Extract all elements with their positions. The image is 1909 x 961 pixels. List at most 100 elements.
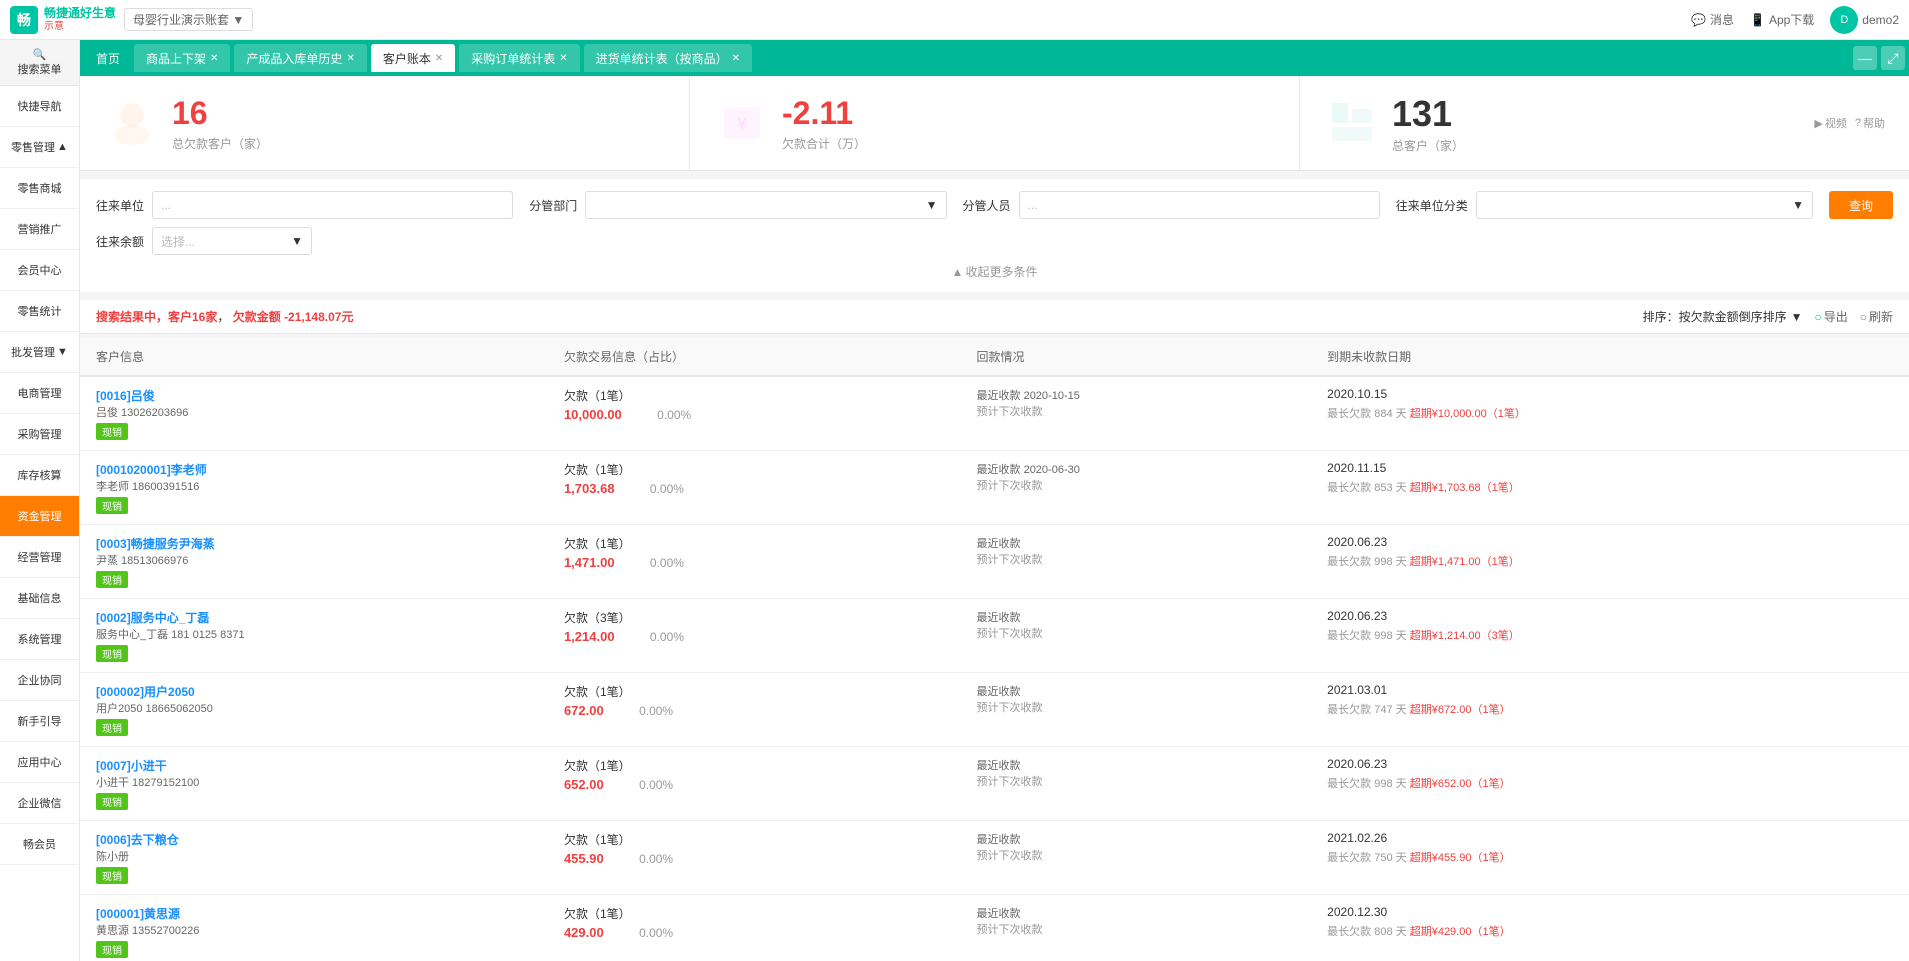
- balance-select[interactable]: 选择... ▼: [152, 227, 312, 255]
- overdue-amount-5[interactable]: 超期¥652.00（1笔）: [1410, 778, 1511, 790]
- overdue-amount-0[interactable]: 超期¥10,000.00（1笔）: [1410, 408, 1526, 420]
- stat-content-total: 131 总客户（家）: [1392, 92, 1464, 154]
- company-selector[interactable]: 母婴行业演示账套 ▼: [124, 8, 253, 31]
- sidebar-item-purchase[interactable]: 采购管理: [0, 414, 79, 455]
- debt-amount-5[interactable]: 652.00: [564, 777, 604, 792]
- cell-debt-7: 欠款（1笔） 429.00 0.00%: [548, 895, 961, 961]
- message-button[interactable]: 💬 消息: [1691, 11, 1734, 28]
- debt-amount-1[interactable]: 1,703.68: [564, 481, 615, 496]
- stats-row: 16 总欠款客户（家） ¥ -2.11 欠款合计（万）: [80, 76, 1909, 171]
- tab-purchase-stats[interactable]: 采购订单统计表 ✕: [459, 44, 579, 72]
- cell-customer-3: [0002]服务中心_丁磊 服务中心_丁磊 181 0125 8371 现销: [80, 599, 548, 673]
- unit-class-select[interactable]: ▼: [1476, 191, 1813, 219]
- debt-icon: ¥: [714, 95, 770, 151]
- sidebar-item-wechat[interactable]: 企业微信: [0, 783, 79, 824]
- customer-code-link-0[interactable]: [0016]吕俊: [96, 389, 155, 403]
- customer-code-link-7[interactable]: [000001]黄思源: [96, 907, 180, 921]
- customers-icon: [1324, 95, 1380, 151]
- overdue-amount-3[interactable]: 超期¥1,214.00（3笔）: [1410, 630, 1520, 642]
- collection-last-2: 最近收款: [977, 535, 1296, 551]
- tab-close-purchase-stats[interactable]: ✕: [559, 53, 567, 64]
- sidebar-item-retail-stats[interactable]: 零售统计: [0, 291, 79, 332]
- refresh-button[interactable]: ○ 刷新: [1860, 308, 1893, 325]
- tab-close-purchase-product-stats[interactable]: ✕: [732, 53, 740, 64]
- table-row: [0016]吕俊 吕俊 13026203696 现销 欠款（1笔） 10,000…: [80, 376, 1909, 451]
- debt-ratio-4: 0.00%: [639, 704, 673, 718]
- sidebar-item-marketing[interactable]: 营销推广: [0, 209, 79, 250]
- debt-count-6: 欠款（1笔）: [564, 831, 945, 848]
- debt-amount-4[interactable]: 672.00: [564, 703, 604, 718]
- customer-code-link-5[interactable]: [0007]小进干: [96, 759, 167, 773]
- sidebar-item-wholesale[interactable]: 批发管理▼: [0, 332, 79, 373]
- tab-close-customer-account[interactable]: ✕: [435, 53, 443, 64]
- col-collection: 回款情况: [961, 338, 1312, 376]
- sidebar-search[interactable]: 🔍 搜索菜单: [0, 40, 79, 86]
- user-menu[interactable]: D demo2: [1830, 6, 1899, 34]
- customer-code-link-6[interactable]: [0006]去下粮仓: [96, 833, 179, 847]
- filter-dept: 分管部门 ▼: [529, 191, 946, 219]
- sidebar-item-inventory[interactable]: 库存核算: [0, 455, 79, 496]
- sidebar-item-retail-mall[interactable]: 零售商城: [0, 168, 79, 209]
- tab-close-product-history[interactable]: ✕: [346, 53, 354, 64]
- debt-amount-0[interactable]: 10,000.00: [564, 407, 622, 422]
- overdue-date-1: 2020.11.15: [1327, 461, 1893, 475]
- collapse-button[interactable]: ▲ 收起更多条件: [952, 263, 1038, 280]
- customer-code-link-1[interactable]: [0001020001]李老师: [96, 463, 207, 477]
- query-button[interactable]: 查询: [1829, 191, 1893, 219]
- source-unit-input[interactable]: ...: [152, 191, 513, 219]
- col-due-date: 到期未收款日期: [1311, 338, 1909, 376]
- customer-code-link-4[interactable]: [000002]用户2050: [96, 685, 195, 699]
- debt-amount-3[interactable]: 1,214.00: [564, 629, 615, 644]
- sidebar-item-vip[interactable]: 畅会员: [0, 824, 79, 865]
- sidebar-item-retail-management[interactable]: 零售管理▲: [0, 127, 79, 168]
- export-icon: ○: [1814, 310, 1821, 324]
- app-download-button[interactable]: 📱 App下载: [1750, 11, 1814, 28]
- sidebar-item-operations[interactable]: 经营管理: [0, 537, 79, 578]
- overdue-amount-1[interactable]: 超期¥1,703.68（1笔）: [1410, 482, 1520, 494]
- debt-count-5: 欠款（1笔）: [564, 757, 945, 774]
- sidebar-item-guide[interactable]: 新手引导: [0, 701, 79, 742]
- manager-input[interactable]: ...: [1019, 191, 1380, 219]
- cell-collection-6: 最近收款 预计下次收款: [961, 821, 1312, 895]
- customer-phone-2: 尹蒸 18513066976: [96, 552, 532, 568]
- debt-amount-6[interactable]: 455.90: [564, 851, 604, 866]
- cell-debt-6: 欠款（1笔） 455.90 0.00%: [548, 821, 961, 895]
- sidebar-item-appstore[interactable]: 应用中心: [0, 742, 79, 783]
- sort-select[interactable]: 排序：按欠款金额倒序排序 ▼: [1643, 308, 1803, 325]
- sidebar-item-system[interactable]: 系统管理: [0, 619, 79, 660]
- debt-amount-2[interactable]: 1,471.00: [564, 555, 615, 570]
- header-right: 💬 消息 📱 App下载 D demo2: [1691, 6, 1899, 34]
- customer-code-link-3[interactable]: [0002]服务中心_丁磊: [96, 611, 209, 625]
- tab-purchase-product-stats[interactable]: 进货单统计表（按商品） ✕: [584, 44, 752, 72]
- tab-product-history[interactable]: 产成品入库单历史 ✕: [234, 44, 366, 72]
- customer-code-link-2[interactable]: [0003]畅捷服务尹海蒸: [96, 537, 215, 551]
- overdue-days-1: 最长欠款 853 天 超期¥1,703.68（1笔）: [1327, 479, 1893, 495]
- sidebar-item-basic-info[interactable]: 基础信息: [0, 578, 79, 619]
- overdue-amount-7[interactable]: 超期¥429.00（1笔）: [1410, 926, 1511, 938]
- export-button[interactable]: ○ 导出: [1814, 308, 1847, 325]
- sidebar-item-ecommerce[interactable]: 电商管理: [0, 373, 79, 414]
- tab-home[interactable]: 首页: [84, 44, 132, 72]
- cell-customer-4: [000002]用户2050 用户2050 18665062050 现销: [80, 673, 548, 747]
- sidebar-item-finance[interactable]: 资金管理: [0, 496, 79, 537]
- tab-expand-button[interactable]: ⤢: [1881, 46, 1905, 70]
- sidebar-item-quick-nav[interactable]: 快捷导航: [0, 86, 79, 127]
- tab-customer-account[interactable]: 客户账本 ✕: [371, 44, 455, 72]
- overdue-amount-6[interactable]: 超期¥455.90（1笔）: [1410, 852, 1511, 864]
- stat-card-debtors: 16 总欠款客户（家）: [80, 76, 690, 170]
- overdue-amount-2[interactable]: 超期¥1,471.00（1笔）: [1410, 556, 1520, 568]
- customer-badge-5: 现销: [96, 793, 128, 810]
- tab-close-product-listing[interactable]: ✕: [210, 53, 218, 64]
- dept-select[interactable]: ▼: [585, 191, 946, 219]
- sidebar-item-member-center[interactable]: 会员中心: [0, 250, 79, 291]
- sidebar-item-collab[interactable]: 企业协同: [0, 660, 79, 701]
- filter-balance: 往来余额 选择... ▼: [96, 227, 1893, 255]
- video-button[interactable]: ▶ 视频: [1814, 115, 1846, 131]
- debt-amount-7[interactable]: 429.00: [564, 925, 604, 940]
- customer-phone-1: 李老师 18600391516: [96, 478, 532, 494]
- tab-product-listing[interactable]: 商品上下架 ✕: [134, 44, 230, 72]
- overdue-amount-4[interactable]: 超期¥672.00（1笔）: [1410, 704, 1511, 716]
- help-button[interactable]: ? 帮助: [1855, 115, 1885, 131]
- tab-minimize-button[interactable]: —: [1853, 46, 1877, 70]
- stat-card-actions: ▶ 视频 ? 帮助: [1814, 115, 1885, 131]
